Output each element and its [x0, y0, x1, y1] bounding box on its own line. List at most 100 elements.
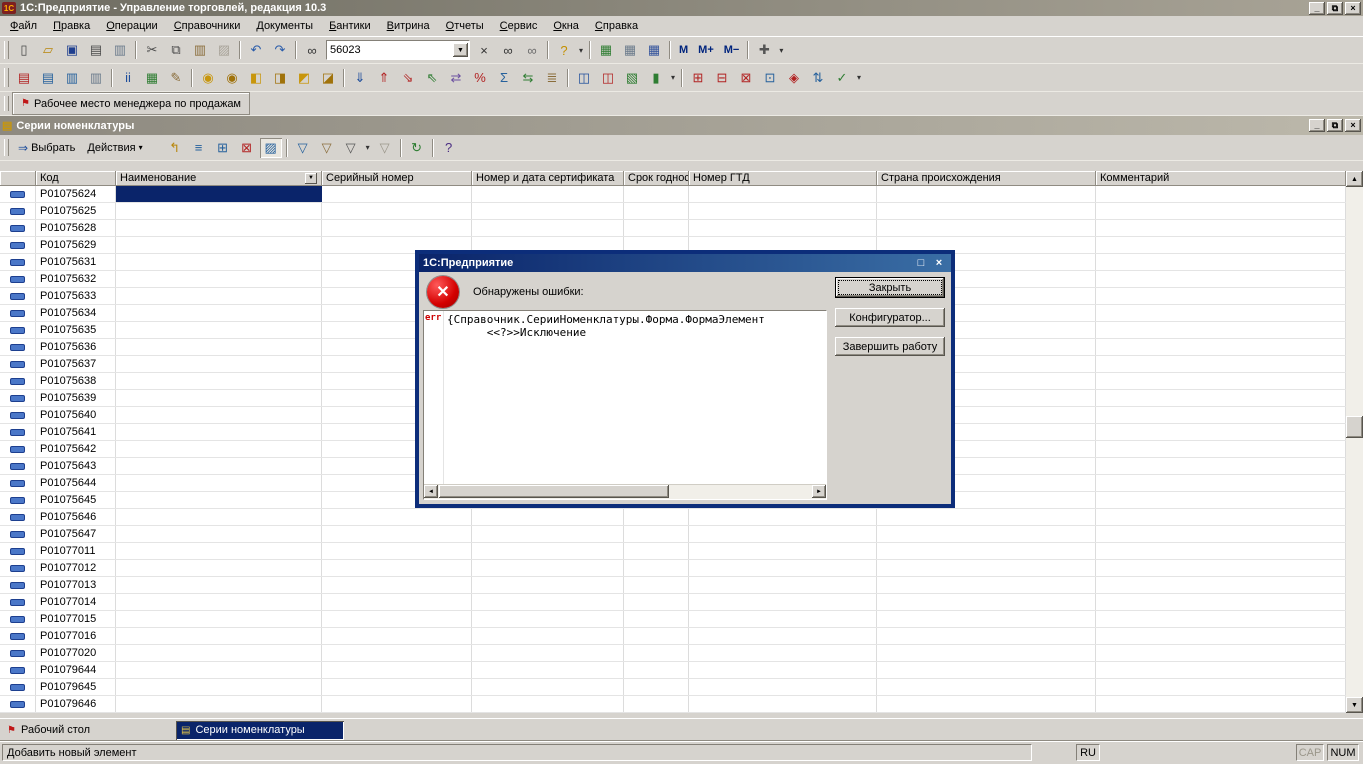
- menu-item[interactable]: Операции: [98, 18, 165, 34]
- cell-code[interactable]: P01075639: [36, 390, 116, 406]
- cell-country[interactable]: [877, 696, 1096, 712]
- cell-code[interactable]: P01075641: [36, 424, 116, 440]
- cell-comment[interactable]: [1096, 492, 1346, 508]
- cell-name[interactable]: [116, 526, 322, 542]
- table-row[interactable]: P01079645: [0, 679, 1346, 696]
- cell-name[interactable]: [116, 186, 322, 202]
- cell-comment[interactable]: [1096, 407, 1346, 423]
- cell-certificate[interactable]: [472, 679, 624, 695]
- scroll-up-icon[interactable]: ▲: [1346, 171, 1363, 187]
- cash-book-icon[interactable]: ◩: [293, 68, 315, 88]
- cell-serial[interactable]: [322, 543, 472, 559]
- restore-button[interactable]: ⧉: [1327, 1, 1343, 15]
- header-expiry[interactable]: Срок годнос...: [624, 171, 689, 186]
- cell-country[interactable]: [877, 662, 1096, 678]
- menu-item[interactable]: Правка: [45, 18, 98, 34]
- cash-shift-icon[interactable]: ⊠: [735, 68, 757, 88]
- cell-comment[interactable]: [1096, 441, 1346, 457]
- cell-name[interactable]: [116, 356, 322, 372]
- cell-comment[interactable]: [1096, 611, 1346, 627]
- header-serial[interactable]: Серийный номер: [322, 171, 472, 186]
- cell-comment[interactable]: [1096, 390, 1346, 406]
- incoming-payment-icon[interactable]: ◉: [197, 68, 219, 88]
- cell-name[interactable]: [116, 220, 322, 236]
- cell-serial[interactable]: [322, 679, 472, 695]
- cell-certificate[interactable]: [472, 628, 624, 644]
- undo-icon[interactable]: ↶: [245, 40, 267, 60]
- header-code[interactable]: Код: [36, 171, 116, 186]
- cell-code[interactable]: P01075634: [36, 305, 116, 321]
- copy-icon[interactable]: ⧉: [165, 40, 187, 60]
- cell-certificate[interactable]: [472, 526, 624, 542]
- cell-comment[interactable]: [1096, 305, 1346, 321]
- cell-gtd[interactable]: [689, 203, 877, 219]
- scrollbar-thumb[interactable]: [439, 485, 669, 498]
- cell-certificate[interactable]: [472, 220, 624, 236]
- cell-gtd[interactable]: [689, 577, 877, 593]
- price-check-icon[interactable]: ⊡: [759, 68, 781, 88]
- child-restore-button[interactable]: ⧉: [1327, 119, 1343, 132]
- print-icon[interactable]: ▤: [85, 40, 107, 60]
- cell-gtd[interactable]: [689, 696, 877, 712]
- cell-code[interactable]: P01075628: [36, 220, 116, 236]
- cell-expiry[interactable]: [624, 526, 689, 542]
- cell-code[interactable]: P01075632: [36, 271, 116, 287]
- dialog-maximize-button[interactable]: □: [913, 256, 929, 270]
- cell-gtd[interactable]: [689, 186, 877, 202]
- cell-country[interactable]: [877, 509, 1096, 525]
- taskbar-item[interactable]: ▤ Серии номенклатуры: [176, 720, 344, 740]
- cell-name[interactable]: [116, 560, 322, 576]
- cell-serial[interactable]: [322, 594, 472, 610]
- print-list-icon[interactable]: ▥: [61, 68, 83, 88]
- outgoing-payment-icon[interactable]: ◉: [221, 68, 243, 88]
- cell-comment[interactable]: [1096, 475, 1346, 491]
- counterparties-icon[interactable]: ii: [117, 68, 139, 88]
- cell-name[interactable]: [116, 322, 322, 338]
- go-to-icon[interactable]: ?: [553, 40, 575, 60]
- cell-serial[interactable]: [322, 509, 472, 525]
- cell-expiry[interactable]: [624, 543, 689, 559]
- table-row[interactable]: P01077012: [0, 560, 1346, 577]
- cell-comment[interactable]: [1096, 662, 1346, 678]
- order-analysis-icon[interactable]: ▧: [621, 68, 643, 88]
- cell-certificate[interactable]: [472, 645, 624, 661]
- table-row[interactable]: P01077011: [0, 543, 1346, 560]
- cell-certificate[interactable]: [472, 186, 624, 202]
- cell-country[interactable]: [877, 203, 1096, 219]
- cell-comment[interactable]: [1096, 288, 1346, 304]
- purchase-return-icon[interactable]: ⇖: [421, 68, 443, 88]
- cell-comment[interactable]: [1096, 339, 1346, 355]
- cell-expiry[interactable]: [624, 509, 689, 525]
- cell-name[interactable]: [116, 203, 322, 219]
- cell-expiry[interactable]: [624, 628, 689, 644]
- close-dialog-button[interactable]: Закрыть: [835, 277, 945, 298]
- cell-serial[interactable]: [322, 696, 472, 712]
- save-icon[interactable]: ▣: [61, 40, 83, 60]
- cell-comment[interactable]: [1096, 220, 1346, 236]
- redo-icon[interactable]: ↷: [269, 40, 291, 60]
- price-list-icon[interactable]: ▦: [141, 68, 163, 88]
- cell-name[interactable]: [116, 628, 322, 644]
- cell-certificate[interactable]: [472, 594, 624, 610]
- cash-expense-order-icon[interactable]: ◨: [269, 68, 291, 88]
- search-combobox[interactable]: 56023 ▼: [326, 40, 470, 60]
- dropdown-caret-icon[interactable]: ▾: [576, 46, 586, 55]
- cell-certificate[interactable]: [472, 203, 624, 219]
- cell-serial[interactable]: [322, 186, 472, 202]
- clear-search-icon[interactable]: ×: [473, 40, 495, 60]
- cell-comment[interactable]: [1096, 237, 1346, 253]
- menu-item[interactable]: Документы: [248, 18, 321, 34]
- refresh-icon[interactable]: ↻: [406, 138, 428, 158]
- cell-comment[interactable]: [1096, 509, 1346, 525]
- cell-name[interactable]: [116, 696, 322, 712]
- cell-country[interactable]: [877, 594, 1096, 610]
- cell-comment[interactable]: [1096, 696, 1346, 712]
- payment-calendar-icon[interactable]: ◪: [317, 68, 339, 88]
- cell-name[interactable]: [116, 424, 322, 440]
- cell-code[interactable]: P01079646: [36, 696, 116, 712]
- cell-country[interactable]: [877, 611, 1096, 627]
- service-settings-icon[interactable]: ✚: [753, 40, 775, 60]
- menu-item[interactable]: Сервис: [492, 18, 546, 34]
- vertical-scrollbar[interactable]: ▲ ▼: [1346, 171, 1363, 713]
- cell-code[interactable]: P01075640: [36, 407, 116, 423]
